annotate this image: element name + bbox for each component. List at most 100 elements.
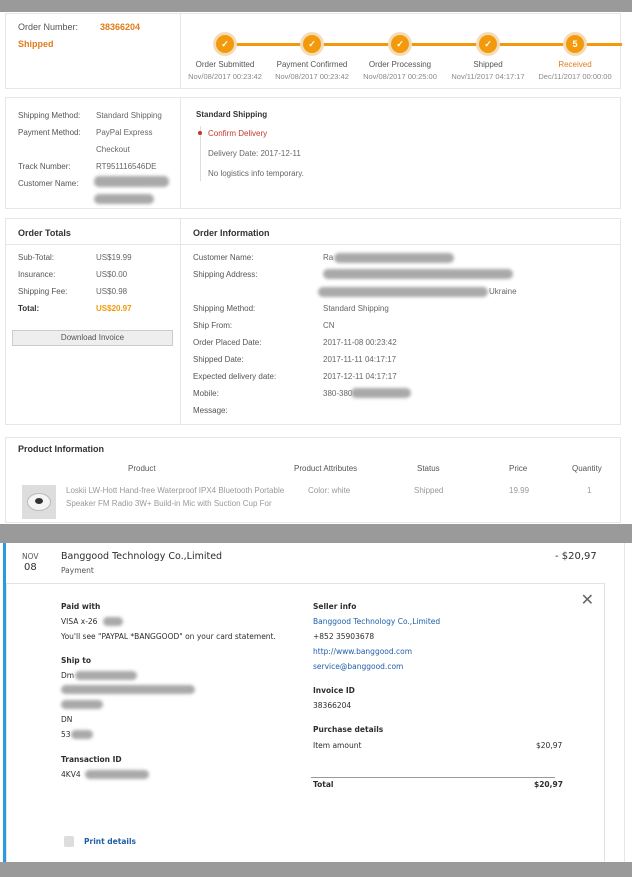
insurance-value: US$0.00 — [96, 270, 128, 279]
item-amount-value: $20,97 — [536, 741, 563, 750]
timeline-dot — [198, 131, 202, 135]
info-label: Customer Name: — [193, 253, 254, 262]
seller-phone: +852 35903678 — [313, 632, 375, 641]
shipping-method-value: Standard Shipping — [96, 111, 162, 120]
redacted-text — [71, 730, 93, 739]
redacted-text — [351, 388, 411, 398]
redacted-text — [61, 700, 103, 709]
info-value: 380-380 — [323, 389, 353, 398]
info-value: CN — [323, 321, 335, 330]
step-date: Nov/08/2017 00:25:00 — [363, 72, 437, 81]
product-information-title: Product Information — [18, 444, 104, 454]
item-amount-label: Item amount — [313, 741, 362, 750]
info-label: Shipping Address: — [193, 270, 258, 279]
seller-info-title: Seller info — [313, 602, 357, 611]
logistics-info: No logistics info temporary. — [208, 169, 304, 178]
info-value: 2017-11-11 04:17:17 — [323, 355, 397, 364]
column-header: Product Attributes — [294, 464, 358, 473]
step-date: Dec/11/2017 00:00:00 — [538, 72, 612, 81]
separator-bar — [0, 524, 632, 543]
transaction-type: Payment — [61, 566, 94, 575]
step-date: Nov/11/2017 04:17:17 — [451, 72, 525, 81]
print-details-link[interactable]: Print details — [84, 837, 136, 846]
step-label: Order Processing — [368, 60, 432, 69]
product-panel: Product Information Product Product Attr… — [5, 437, 621, 523]
subtotal-value: US$19.99 — [96, 253, 132, 262]
shipping-method-label: Shipping Method: — [18, 111, 81, 120]
details-panel: ✕ Paid with VISA x-26 You'll see "PAYPAL… — [6, 583, 605, 862]
confirm-delivery-link[interactable]: Confirm Delivery — [208, 129, 267, 138]
step-label: Received — [558, 60, 592, 69]
bottom-bar — [0, 862, 632, 877]
tracking-title: Standard Shipping — [196, 110, 268, 119]
check-icon: ✓ — [391, 35, 409, 53]
close-icon[interactable]: ✕ — [581, 590, 594, 609]
order-number: 38366204 — [100, 22, 141, 32]
info-label: Shipping Method: — [193, 304, 256, 313]
info-label: Expected delivery date: — [193, 372, 277, 381]
customer-name-label: Customer Name: — [18, 179, 79, 188]
seller-website-link[interactable]: http://www.banggood.com — [313, 647, 412, 656]
purchase-details-title: Purchase details — [313, 725, 384, 734]
product-price: 19.99 — [509, 486, 530, 495]
track-number-label: Track Number: — [18, 162, 71, 171]
card-number: VISA x-26 — [61, 617, 98, 626]
check-icon: ✓ — [303, 35, 321, 53]
redacted-text — [85, 770, 149, 779]
ship-zip: 53 — [61, 730, 71, 739]
order-number-label: Order Number: — [18, 22, 79, 32]
seller-name-link[interactable]: Banggood Technology Co.,Limited — [313, 617, 440, 626]
payment-method-value-cont: Checkout — [96, 145, 130, 154]
redacted-name — [94, 176, 169, 187]
info-label: Ship From: — [193, 321, 233, 330]
redacted-text — [75, 671, 137, 680]
product-name-cont[interactable]: Speaker FM Radio 3W+ Build-in Mic with S… — [66, 499, 272, 508]
seller-email-link[interactable]: service@banggood.com — [313, 662, 403, 671]
total-value: $20,97 — [534, 780, 563, 789]
info-value: 2017-12-11 04:17:17 — [323, 372, 397, 381]
order-details-panel: Order Totals Sub-Total: US$19.99 Insuran… — [5, 218, 621, 425]
progress-line — [225, 43, 622, 46]
statement-note: You'll see "PAYPAL *BANGGOOD" on your ca… — [61, 632, 276, 641]
ship-region: DN — [61, 715, 73, 724]
product-name[interactable]: Loskii LW-Hott Hand-free Waterproof IPX4… — [66, 486, 284, 495]
product-thumbnail[interactable] — [22, 485, 56, 519]
track-number[interactable]: RT951116546DE — [96, 162, 157, 171]
merchant-name[interactable]: Banggood Technology Co.,Limited — [61, 551, 222, 562]
step-date: Nov/08/2017 00:23:42 — [275, 72, 349, 81]
info-value-country: Ukraine — [489, 287, 517, 296]
redacted-text — [334, 253, 454, 263]
info-value: 2017-11-08 00:23:42 — [323, 338, 397, 347]
invoice-id: 38366204 — [313, 701, 352, 710]
column-header: Status — [417, 464, 440, 473]
date-month: NOV — [22, 552, 39, 561]
step-label: Order Submitted — [195, 60, 255, 69]
insurance-label: Insurance: — [18, 270, 56, 279]
printer-icon[interactable] — [64, 836, 74, 847]
ship-to-title: Ship to — [61, 656, 92, 665]
redacted-name — [94, 194, 154, 204]
total-value: US$20.97 — [96, 304, 132, 313]
redacted-text — [103, 617, 123, 626]
info-label: Message: — [193, 406, 228, 415]
paypal-transaction: NOV 08 Banggood Technology Co.,Limited P… — [0, 543, 632, 862]
order-status: Shipped — [18, 39, 54, 49]
date-day: 08 — [24, 562, 37, 573]
transaction-id[interactable]: 4KV4 — [61, 770, 81, 779]
product-attributes: Color: white — [308, 486, 351, 495]
paid-with-title: Paid with — [61, 602, 101, 611]
subtotal-label: Sub-Total: — [18, 253, 55, 262]
top-bar — [0, 0, 632, 12]
check-icon: ✓ — [479, 35, 497, 53]
check-icon: ✓ — [216, 35, 234, 53]
redacted-text — [61, 685, 195, 694]
redacted-text — [323, 269, 513, 279]
download-invoice-button[interactable]: Download Invoice — [12, 330, 173, 346]
info-label: Mobile: — [193, 389, 219, 398]
total-label: Total — [313, 780, 334, 789]
divider — [311, 777, 555, 778]
info-label: Order Placed Date: — [193, 338, 262, 347]
transaction-id-title: Transaction ID — [61, 755, 122, 764]
product-status: Shipped — [414, 486, 444, 495]
shipping-fee-value: US$0.98 — [96, 287, 128, 296]
